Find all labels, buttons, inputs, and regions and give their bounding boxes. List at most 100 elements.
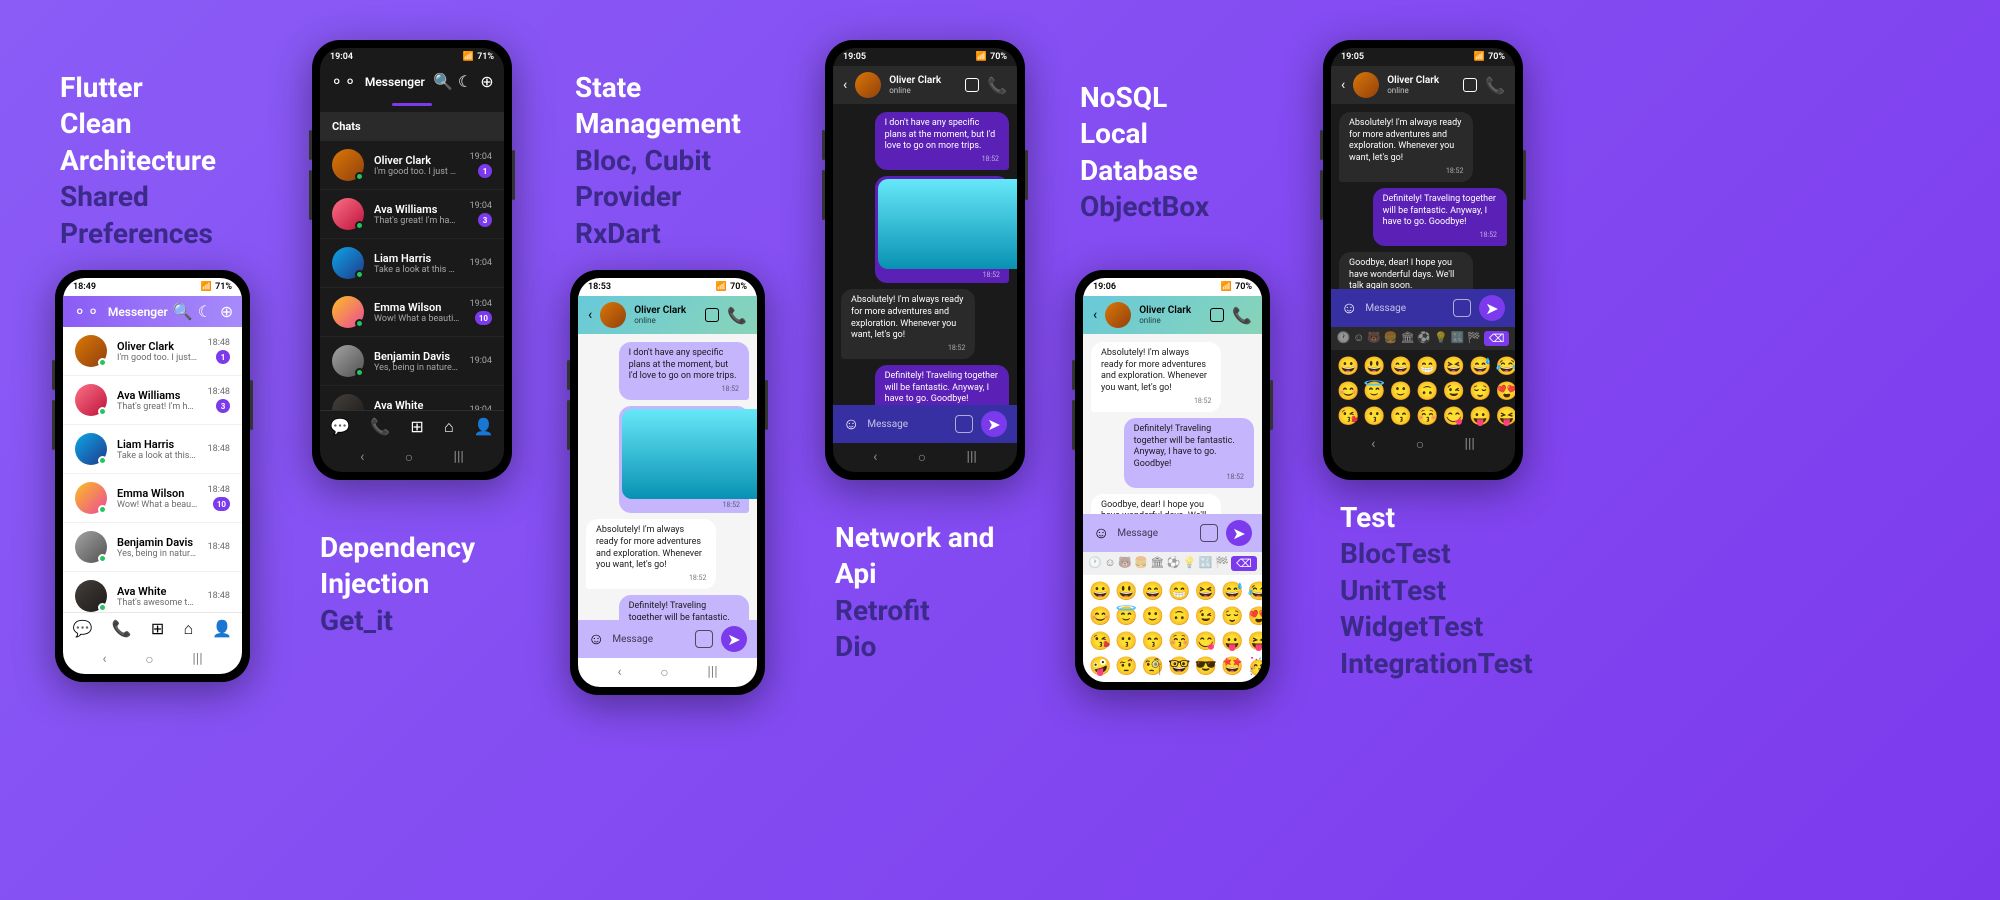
emoji[interactable]: 😂 bbox=[1496, 356, 1515, 377]
video-icon[interactable] bbox=[1463, 78, 1477, 92]
chat-item[interactable]: Ava Williams That's great! I'm happy to … bbox=[63, 376, 242, 425]
emoji[interactable]: 😚 bbox=[1416, 406, 1438, 427]
emoji-icon[interactable]: ☺ bbox=[588, 629, 604, 649]
call-icon[interactable]: 📞 bbox=[1485, 76, 1505, 95]
message-input[interactable]: Message bbox=[867, 419, 947, 430]
chat-item[interactable]: Ava Williams That's great! I'm happy to … bbox=[320, 190, 504, 239]
emoji[interactable]: 🧐 bbox=[1142, 656, 1164, 677]
camera-icon[interactable] bbox=[695, 630, 713, 648]
chat-item[interactable]: Emma Wilson Wow! What a beautiful view! … bbox=[63, 474, 242, 523]
emoji[interactable]: 😍 bbox=[1248, 606, 1262, 627]
emoji[interactable]: 😀 bbox=[1089, 581, 1111, 602]
chat-item[interactable]: Emma Wilson Wow! What a beautiful view! … bbox=[320, 288, 504, 337]
video-icon[interactable] bbox=[965, 78, 979, 92]
emoji[interactable]: 😋 bbox=[1195, 631, 1217, 652]
emoji[interactable]: 🙂 bbox=[1142, 606, 1164, 627]
emoji[interactable]: 😚 bbox=[1168, 631, 1190, 652]
emoji[interactable]: 😋 bbox=[1443, 406, 1465, 427]
chat-item[interactable]: Liam Harris Take a look at this picture … bbox=[63, 425, 242, 474]
chat-item[interactable]: Benjamin Davis Yes, being in nature and … bbox=[320, 337, 504, 386]
chat-item[interactable]: Oliver Clark I'm good too. I just wanted… bbox=[320, 141, 504, 190]
avatar[interactable] bbox=[1105, 302, 1131, 328]
send-button[interactable]: ➤ bbox=[981, 411, 1007, 437]
chat-item[interactable]: Oliver Clark I'm good too. I just wanted… bbox=[63, 327, 242, 376]
globe-icon[interactable]: ⊕ bbox=[480, 75, 494, 89]
emoji-delete[interactable]: ⌫ bbox=[1231, 556, 1257, 571]
menu-icon[interactable]: ⚬⚬ bbox=[73, 302, 100, 321]
message-input[interactable]: Message bbox=[1365, 303, 1445, 314]
send-button[interactable]: ➤ bbox=[721, 626, 747, 652]
nav-home-icon[interactable]: ⌂ bbox=[184, 619, 194, 639]
emoji-delete[interactable]: ⌫ bbox=[1484, 331, 1510, 346]
emoji[interactable]: 😉 bbox=[1195, 606, 1217, 627]
nav-add-icon[interactable]: ⊞ bbox=[151, 619, 164, 639]
nav-add-icon[interactable]: ⊞ bbox=[410, 417, 423, 437]
emoji[interactable]: 😙 bbox=[1142, 631, 1164, 652]
emoji[interactable]: 😘 bbox=[1089, 631, 1111, 652]
video-icon[interactable] bbox=[1210, 308, 1224, 322]
emoji-icon[interactable]: ☺ bbox=[1093, 523, 1109, 543]
message-input[interactable]: Message bbox=[612, 634, 687, 645]
emoji[interactable]: 😝 bbox=[1496, 406, 1515, 427]
emoji[interactable]: 😛 bbox=[1221, 631, 1243, 652]
emoji-icon[interactable]: ☺ bbox=[1341, 298, 1357, 318]
emoji[interactable]: 😅 bbox=[1469, 356, 1491, 377]
back-icon[interactable]: ‹ bbox=[588, 307, 592, 323]
emoji[interactable]: 😆 bbox=[1195, 581, 1217, 602]
search-icon[interactable]: 🔍 bbox=[436, 75, 450, 89]
nav-call-icon[interactable]: 📞 bbox=[370, 417, 390, 437]
message-received[interactable]: Absolutely! I'm always ready for more ad… bbox=[586, 519, 716, 589]
emoji[interactable]: 🤪 bbox=[1089, 656, 1111, 677]
nav-call-icon[interactable]: 📞 bbox=[112, 619, 132, 639]
send-button[interactable]: ➤ bbox=[1479, 295, 1505, 321]
camera-icon[interactable] bbox=[955, 415, 973, 433]
message-input[interactable]: Message bbox=[1117, 528, 1192, 539]
emoji-cat-food[interactable]: 🍔 bbox=[1134, 556, 1148, 571]
emoji[interactable]: 😃 bbox=[1115, 581, 1137, 602]
avatar[interactable] bbox=[600, 302, 626, 328]
chat-item[interactable]: Ava White That's awesome that you had a … bbox=[63, 572, 242, 612]
emoji-cat-objects[interactable]: 💡 bbox=[1183, 556, 1197, 571]
emoji-icon[interactable]: ☺ bbox=[843, 414, 859, 434]
chat-item[interactable]: Benjamin Davis Yes, being in nature and … bbox=[63, 523, 242, 572]
moon-icon[interactable]: ☾ bbox=[198, 305, 212, 319]
emoji[interactable]: 😂 bbox=[1248, 581, 1262, 602]
emoji[interactable]: 😛 bbox=[1469, 406, 1491, 427]
emoji[interactable]: 😃 bbox=[1363, 356, 1385, 377]
emoji[interactable]: 😇 bbox=[1363, 381, 1385, 402]
message-image[interactable]: 18:52 bbox=[619, 406, 749, 513]
call-icon[interactable]: 📞 bbox=[727, 306, 747, 325]
nav-chat-icon[interactable]: 💬 bbox=[330, 417, 350, 437]
nav-home-icon[interactable]: ⌂ bbox=[444, 417, 454, 437]
emoji[interactable]: 😅 bbox=[1221, 581, 1243, 602]
emoji[interactable]: 🤓 bbox=[1168, 656, 1190, 677]
emoji-cat-travel[interactable]: 🏛 bbox=[1150, 556, 1164, 571]
emoji[interactable]: 😊 bbox=[1337, 381, 1359, 402]
back-icon[interactable]: ‹ bbox=[843, 77, 847, 93]
emoji[interactable]: 🥳 bbox=[1248, 656, 1262, 677]
camera-icon[interactable] bbox=[1200, 524, 1218, 542]
avatar[interactable] bbox=[1353, 72, 1379, 98]
video-icon[interactable] bbox=[705, 308, 719, 322]
emoji[interactable]: 😇 bbox=[1115, 606, 1137, 627]
emoji-cat-smiley[interactable]: ☺ bbox=[1104, 556, 1115, 571]
call-icon[interactable]: 📞 bbox=[987, 76, 1007, 95]
emoji[interactable]: 😗 bbox=[1115, 631, 1137, 652]
emoji[interactable]: 😄 bbox=[1390, 356, 1412, 377]
nav-chat-icon[interactable]: 💬 bbox=[73, 619, 93, 639]
back-icon[interactable]: ‹ bbox=[1093, 307, 1097, 323]
recents-icon[interactable]: ||| bbox=[192, 651, 202, 668]
emoji[interactable]: 😁 bbox=[1416, 356, 1438, 377]
chat-item[interactable]: Ava White That's awesome that you had a … bbox=[320, 386, 504, 410]
emoji-cat-activity[interactable]: ⚽ bbox=[1167, 556, 1181, 571]
emoji[interactable]: 🙂 bbox=[1390, 381, 1412, 402]
nav-profile-icon[interactable]: 👤 bbox=[474, 417, 494, 437]
moon-icon[interactable]: ☾ bbox=[458, 75, 472, 89]
back-icon[interactable]: ‹ bbox=[1341, 77, 1345, 93]
emoji[interactable]: 😉 bbox=[1443, 381, 1465, 402]
emoji[interactable]: 😎 bbox=[1195, 656, 1217, 677]
emoji-cat-recent[interactable]: 🕐 bbox=[1088, 556, 1102, 571]
back-icon[interactable]: ‹ bbox=[102, 651, 106, 668]
search-icon[interactable]: 🔍 bbox=[176, 305, 190, 319]
emoji-cat-flags[interactable]: 🏁 bbox=[1215, 556, 1229, 571]
